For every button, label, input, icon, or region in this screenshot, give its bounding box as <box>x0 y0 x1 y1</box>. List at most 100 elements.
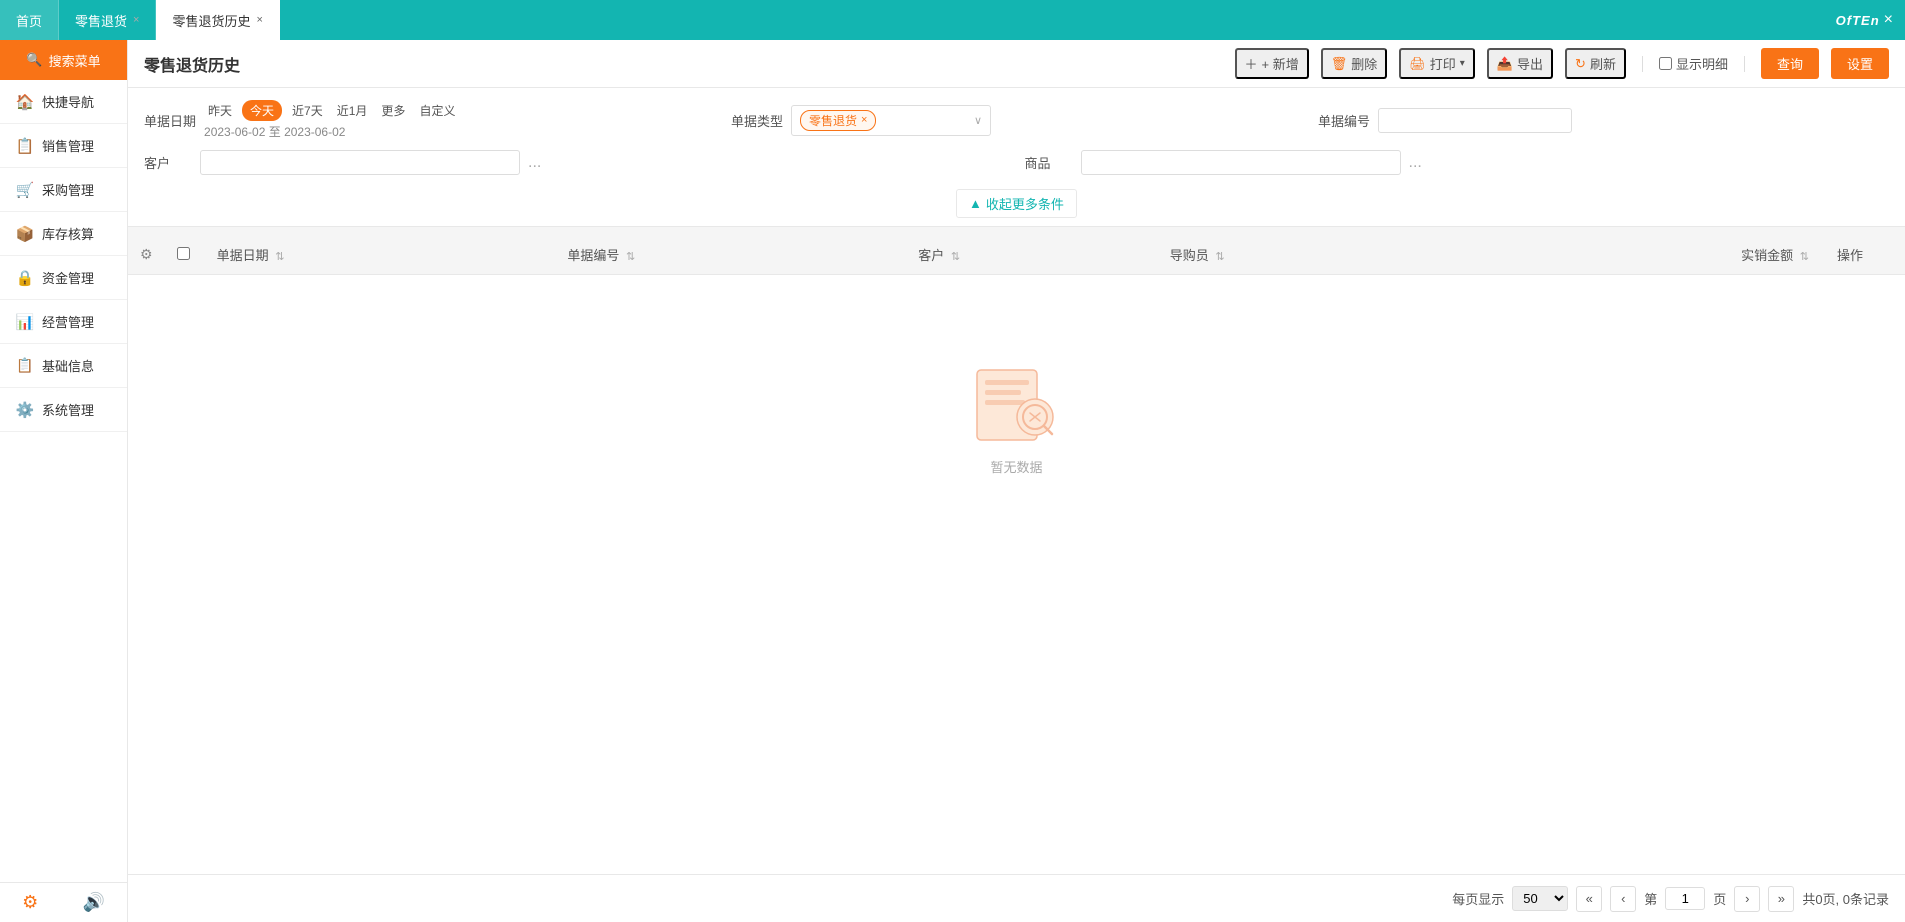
empty-icon <box>967 355 1067 445</box>
sidebar-item-sales-mgmt[interactable]: 📋 销售管理 <box>0 124 127 168</box>
total-info: 共0页, 0条记录 <box>1802 889 1889 908</box>
tab-retail-return-close[interactable]: × <box>133 14 139 26</box>
goods-dots[interactable]: ... <box>1409 154 1422 172</box>
sidebar-item-purchase-mgmt[interactable]: 🛒 采购管理 <box>0 168 127 212</box>
print-button[interactable]: 🖨 打印 ▾ <box>1399 48 1475 79</box>
sales-mgmt-icon: 📋 <box>16 137 34 155</box>
page-next-button[interactable]: › <box>1734 886 1760 912</box>
display-toggle[interactable]: 显示明细 <box>1659 54 1728 73</box>
page-last-button[interactable]: » <box>1768 886 1794 912</box>
sidebar-item-label-finance: 资金管理 <box>42 268 94 287</box>
table-area: ⚙ 单据日期 ⇅ 单据编号 ⇅ <box>128 235 1905 874</box>
sidebar-item-label-purchase-mgmt: 采购管理 <box>42 180 94 199</box>
type-tag-remove[interactable]: × <box>861 114 867 126</box>
window-close-button[interactable]: × <box>1884 11 1893 29</box>
refresh-label: 刷新 <box>1590 54 1616 73</box>
delete-label: 删除 <box>1351 54 1377 73</box>
tab-home[interactable]: 首页 <box>0 0 59 40</box>
th-checkbox[interactable] <box>165 235 205 275</box>
customer-filter-input[interactable] <box>200 150 520 175</box>
page-title: 零售退货历史 <box>144 52 240 76</box>
page-size-select[interactable]: 10 20 50 100 <box>1512 886 1568 911</box>
th-customer[interactable]: 客户 ⇅ <box>906 235 1158 275</box>
date-filter-item: 单据日期 昨天 今天 近7天 近1月 更多 自定义 2023-06-02 至 2… <box>144 100 715 140</box>
export-button[interactable]: 📤 导出 <box>1487 48 1553 79</box>
audio-bottom-icon[interactable]: 🔊 <box>82 892 104 913</box>
delete-button[interactable]: 🗑 删除 <box>1321 48 1388 79</box>
sidebar-item-label-system-mgmt: 系统管理 <box>42 400 94 419</box>
page-size-label: 每页显示 <box>1452 889 1504 908</box>
goods-filter-input[interactable] <box>1081 150 1401 175</box>
th-amount-label: 实销金额 <box>1741 248 1793 263</box>
collapse-button[interactable]: ▲ 收起更多条件 <box>956 189 1077 218</box>
th-amount-sort-icon: ⇅ <box>1800 251 1809 263</box>
display-toggle-checkbox[interactable] <box>1659 57 1672 70</box>
search-icon: 🔍 <box>26 52 42 68</box>
th-action: 操作 <box>1825 235 1905 275</box>
purchase-mgmt-icon: 🛒 <box>16 181 34 199</box>
sidebar-item-label-inventory: 库存核算 <box>42 224 94 243</box>
refresh-icon: ↻ <box>1575 56 1586 72</box>
settings-bottom-icon[interactable]: ⚙ <box>22 892 38 913</box>
sidebar-item-operations[interactable]: 📊 经营管理 <box>0 300 127 344</box>
page-header: 零售退货历史 ＋ + 新增 🗑 删除 🖨 打印 ▾ 📤 导出 <box>128 40 1905 88</box>
sidebar-search[interactable]: 🔍 搜索菜单 <box>0 40 127 80</box>
sidebar-item-label-sales-mgmt: 销售管理 <box>42 136 94 155</box>
top-bar: 首页 零售退货 × 零售退货历史 × OfTEn × <box>0 0 1905 40</box>
date-btn-more[interactable]: 更多 <box>377 100 409 121</box>
th-guide-sort-icon: ⇅ <box>1215 251 1224 263</box>
empty-state: 暂无数据 <box>128 275 1905 556</box>
top-bar-right: OfTEn × <box>1836 11 1905 29</box>
tab-home-label: 首页 <box>16 11 42 30</box>
date-btn-yesterday[interactable]: 昨天 <box>204 100 236 121</box>
th-customer-label: 客户 <box>918 248 944 263</box>
number-filter-item: 单据编号 <box>1318 108 1889 133</box>
th-number[interactable]: 单据编号 ⇅ <box>555 235 906 275</box>
add-button[interactable]: ＋ + 新增 <box>1235 48 1309 79</box>
header-divider <box>1642 56 1643 72</box>
page-input[interactable]: 1 <box>1665 887 1705 910</box>
tab-retail-return-history[interactable]: 零售退货历史 × <box>156 0 279 40</box>
sidebar-item-label-operations: 经营管理 <box>42 312 94 331</box>
date-btn-last7[interactable]: 近7天 <box>288 100 327 121</box>
empty-text: 暂无数据 <box>990 457 1042 476</box>
th-date[interactable]: 单据日期 ⇅ <box>205 235 556 275</box>
th-amount[interactable]: 实销金额 ⇅ <box>1459 235 1825 275</box>
refresh-button[interactable]: ↻ 刷新 <box>1565 48 1626 79</box>
customer-filter-label: 客户 <box>144 153 192 172</box>
sidebar-item-system-mgmt[interactable]: ⚙️ 系统管理 <box>0 388 127 432</box>
date-btn-last1month[interactable]: 近1月 <box>333 100 372 121</box>
number-filter-input[interactable] <box>1378 108 1572 133</box>
goods-filter-label: 商品 <box>1025 153 1073 172</box>
sidebar-item-finance[interactable]: 🔒 资金管理 <box>0 256 127 300</box>
sidebar-item-quick-nav[interactable]: 🏠 快捷导航 <box>0 80 127 124</box>
type-tag-label: 零售退货 <box>809 112 857 129</box>
tab-retail-return-history-close[interactable]: × <box>256 14 262 26</box>
th-guide[interactable]: 导购员 ⇅ <box>1158 235 1459 275</box>
tab-retail-return[interactable]: 零售退货 × <box>59 0 156 40</box>
filter-row-2: 客户 ... 商品 ... <box>144 150 1889 175</box>
selector-arrow-icon: ∨ <box>974 114 982 127</box>
sidebar-item-inventory[interactable]: 📦 库存核算 <box>0 212 127 256</box>
type-selector[interactable]: 零售退货 × ∨ <box>791 105 991 136</box>
date-btn-today[interactable]: 今天 <box>242 100 282 121</box>
header-actions: ＋ + 新增 🗑 删除 🖨 打印 ▾ 📤 导出 ↻ <box>1235 48 1890 79</box>
date-range-display: 2023-06-02 至 2023-06-02 <box>204 123 459 140</box>
th-setting[interactable]: ⚙ <box>128 235 165 275</box>
filter-area: 单据日期 昨天 今天 近7天 近1月 更多 自定义 2023-06-02 至 2… <box>128 88 1905 227</box>
page-unit: 页 <box>1713 889 1726 908</box>
date-btn-custom[interactable]: 自定义 <box>415 100 459 121</box>
operations-icon: 📊 <box>16 313 34 331</box>
customer-dots[interactable]: ... <box>528 154 541 172</box>
settings-button[interactable]: 设置 <box>1831 48 1889 79</box>
brand-label: OfTEn <box>1836 13 1880 28</box>
select-all-checkbox[interactable] <box>177 247 190 260</box>
sidebar-item-basic-info[interactable]: 📋 基础信息 <box>0 344 127 388</box>
pagination-bar: 每页显示 10 20 50 100 « ‹ 第 1 页 › » 共0页, 0条记… <box>128 874 1905 922</box>
page-prev-button[interactable]: ‹ <box>1610 886 1636 912</box>
query-button[interactable]: 查询 <box>1761 48 1819 79</box>
page-first-button[interactable]: « <box>1576 886 1602 912</box>
main-content: 零售退货历史 ＋ + 新增 🗑 删除 🖨 打印 ▾ 📤 导出 <box>128 40 1905 922</box>
type-filter-label: 单据类型 <box>731 111 783 130</box>
collapse-icon: ▲ <box>969 196 982 211</box>
